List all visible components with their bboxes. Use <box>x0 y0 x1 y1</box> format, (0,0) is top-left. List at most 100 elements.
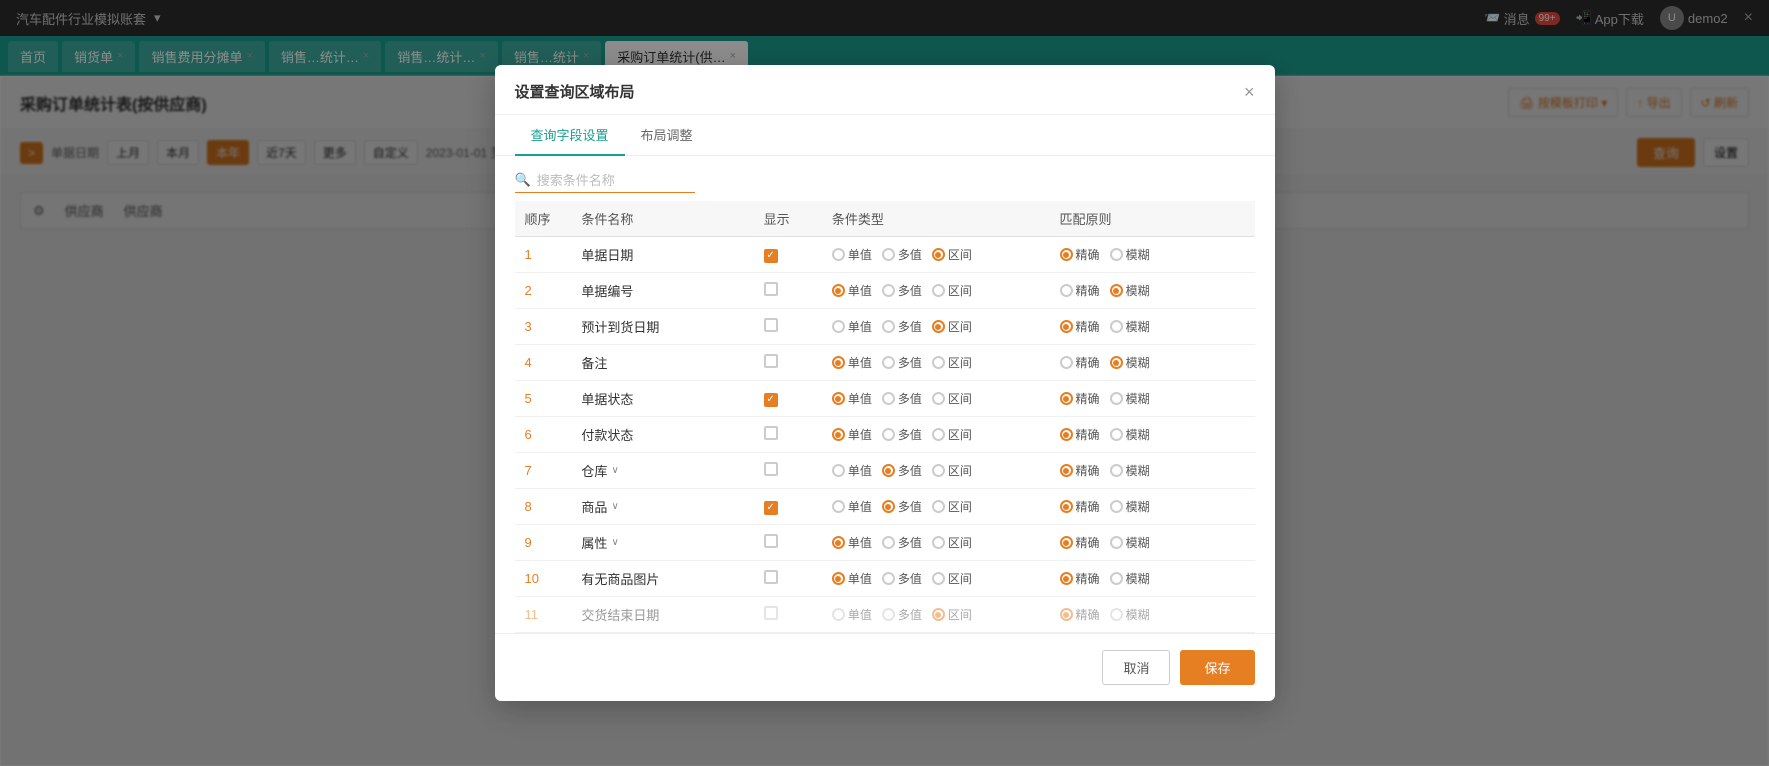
radio-single[interactable]: 单值 <box>832 462 872 479</box>
radio-range[interactable]: 区间 <box>932 426 972 443</box>
radio-fuzzy[interactable]: 模糊 <box>1110 390 1150 407</box>
radio-multi[interactable]: 多值 <box>882 570 922 587</box>
checkbox[interactable] <box>764 462 778 476</box>
radio-circle <box>1110 392 1123 405</box>
row-name: 付款状态 <box>571 417 753 453</box>
radio-multi[interactable]: 多值 <box>882 318 922 335</box>
checkbox[interactable] <box>764 282 778 296</box>
radio-single[interactable]: 单值 <box>832 354 872 371</box>
radio-exact[interactable]: 精确 <box>1060 282 1100 299</box>
checkbox[interactable] <box>764 570 778 584</box>
cancel-button[interactable]: 取消 <box>1102 650 1170 685</box>
radio-single[interactable]: 单值 <box>832 498 872 515</box>
radio-fuzzy[interactable]: 模糊 <box>1110 282 1150 299</box>
radio-range[interactable]: 区间 <box>932 498 972 515</box>
radio-multi[interactable]: 多值 <box>882 606 922 623</box>
row-show-checkbox[interactable] <box>754 309 822 345</box>
checkbox[interactable] <box>764 318 778 332</box>
radio-single[interactable]: 单值 <box>832 606 872 623</box>
row-match-options: 精确模糊 <box>1050 525 1255 561</box>
radio-range[interactable]: 区间 <box>932 282 972 299</box>
checkbox[interactable] <box>764 426 778 440</box>
radio-range[interactable]: 区间 <box>932 534 972 551</box>
search-input[interactable] <box>537 173 687 188</box>
radio-range[interactable]: 区间 <box>932 570 972 587</box>
radio-multi[interactable]: 多值 <box>882 282 922 299</box>
checkbox[interactable] <box>764 501 778 515</box>
radio-multi[interactable]: 多值 <box>882 534 922 551</box>
radio-exact[interactable]: 精确 <box>1060 426 1100 443</box>
radio-single[interactable]: 单值 <box>832 390 872 407</box>
tab-layout[interactable]: 布局调整 <box>625 115 709 156</box>
radio-range[interactable]: 区间 <box>932 246 972 263</box>
row-type-options: 单值多值区间 <box>822 489 1050 525</box>
radio-range[interactable]: 区间 <box>932 606 972 623</box>
radio-range[interactable]: 区间 <box>932 390 972 407</box>
row-name: 单据日期 <box>571 237 753 273</box>
radio-fuzzy[interactable]: 模糊 <box>1110 498 1150 515</box>
radio-exact[interactable]: 精确 <box>1060 462 1100 479</box>
radio-multi[interactable]: 多值 <box>882 354 922 371</box>
radio-fuzzy[interactable]: 模糊 <box>1110 570 1150 587</box>
radio-fuzzy[interactable]: 模糊 <box>1110 246 1150 263</box>
row-name-with-dropdown[interactable]: 仓库∨ <box>581 461 743 480</box>
radio-exact[interactable]: 精确 <box>1060 570 1100 587</box>
radio-single[interactable]: 单值 <box>832 282 872 299</box>
row-show-checkbox[interactable] <box>754 561 822 597</box>
radio-single[interactable]: 单值 <box>832 534 872 551</box>
radio-fuzzy[interactable]: 模糊 <box>1110 354 1150 371</box>
radio-exact[interactable]: 精确 <box>1060 498 1100 515</box>
checkbox[interactable] <box>764 534 778 548</box>
radio-range[interactable]: 区间 <box>932 354 972 371</box>
row-type-options: 单值多值区间 <box>822 345 1050 381</box>
radio-multi[interactable]: 多值 <box>882 426 922 443</box>
chevron-down-icon: ∨ <box>611 465 618 476</box>
radio-single[interactable]: 单值 <box>832 318 872 335</box>
modal-close-button[interactable]: × <box>1244 83 1255 101</box>
radio-single[interactable]: 单值 <box>832 426 872 443</box>
row-show-checkbox[interactable] <box>754 237 822 273</box>
radio-exact[interactable]: 精确 <box>1060 534 1100 551</box>
checkbox[interactable] <box>764 249 778 263</box>
radio-circle <box>1060 572 1073 585</box>
row-name-with-dropdown[interactable]: 属性∨ <box>581 533 743 552</box>
row-show-checkbox[interactable] <box>754 273 822 309</box>
row-order: 4 <box>515 345 572 381</box>
radio-multi[interactable]: 多值 <box>882 462 922 479</box>
radio-single[interactable]: 单值 <box>832 246 872 263</box>
checkbox[interactable] <box>764 393 778 407</box>
radio-fuzzy[interactable]: 模糊 <box>1110 462 1150 479</box>
radio-exact[interactable]: 精确 <box>1060 246 1100 263</box>
radio-fuzzy[interactable]: 模糊 <box>1110 534 1150 551</box>
row-show-checkbox[interactable] <box>754 345 822 381</box>
radio-multi[interactable]: 多值 <box>882 390 922 407</box>
row-show-checkbox[interactable] <box>754 381 822 417</box>
radio-circle <box>1060 284 1073 297</box>
row-show-checkbox[interactable] <box>754 525 822 561</box>
radio-multi[interactable]: 多值 <box>882 498 922 515</box>
radio-exact[interactable]: 精确 <box>1060 390 1100 407</box>
radio-fuzzy[interactable]: 模糊 <box>1110 606 1150 623</box>
conditions-table: 顺序 条件名称 显示 条件类型 匹配原则 1单据日期单值多值区间精确模糊2单据编… <box>515 201 1255 633</box>
radio-circle <box>832 392 845 405</box>
row-show-checkbox[interactable] <box>754 489 822 525</box>
checkbox[interactable] <box>764 354 778 368</box>
chevron-down-icon: ∨ <box>611 537 618 548</box>
tab-field-settings[interactable]: 查询字段设置 <box>515 115 625 156</box>
save-button[interactable]: 保存 <box>1180 650 1254 685</box>
radio-exact[interactable]: 精确 <box>1060 354 1100 371</box>
radio-fuzzy[interactable]: 模糊 <box>1110 426 1150 443</box>
radio-range[interactable]: 区间 <box>932 462 972 479</box>
radio-single[interactable]: 单值 <box>832 570 872 587</box>
radio-exact[interactable]: 精确 <box>1060 318 1100 335</box>
row-show-checkbox[interactable] <box>754 417 822 453</box>
row-name-with-dropdown[interactable]: 商品∨ <box>581 497 743 516</box>
row-show-checkbox[interactable] <box>754 453 822 489</box>
radio-circle <box>1110 356 1123 369</box>
checkbox[interactable] <box>764 606 778 620</box>
radio-fuzzy[interactable]: 模糊 <box>1110 318 1150 335</box>
radio-exact[interactable]: 精确 <box>1060 606 1100 623</box>
radio-multi[interactable]: 多值 <box>882 246 922 263</box>
radio-range[interactable]: 区间 <box>932 318 972 335</box>
row-show-checkbox[interactable] <box>754 597 822 633</box>
